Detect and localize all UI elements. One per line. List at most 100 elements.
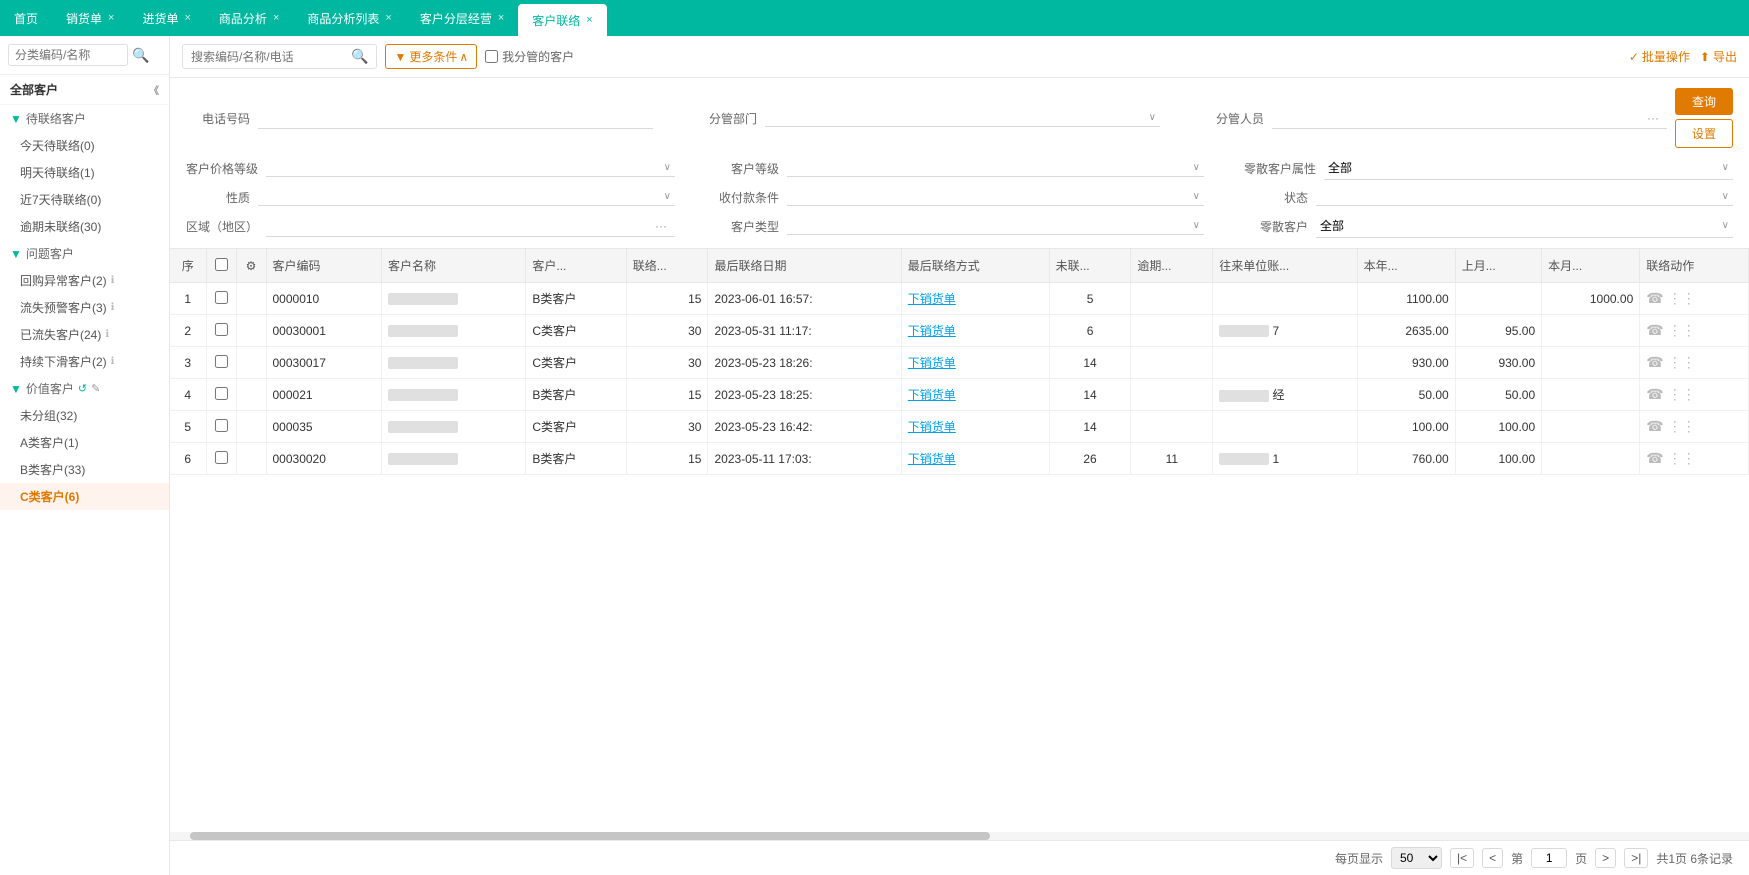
- settings-button[interactable]: 设置: [1675, 119, 1733, 148]
- sidebar-item-7days[interactable]: 近7天待联络(0): [0, 186, 169, 213]
- filter-select-cust-level[interactable]: ∨: [787, 159, 1204, 177]
- row-checkbox[interactable]: [215, 355, 228, 368]
- cell-action[interactable]: ☎ ⋮⋮: [1640, 443, 1749, 475]
- more-action-icon[interactable]: ⋮⋮: [1668, 322, 1696, 339]
- more-action-icon[interactable]: ⋮⋮: [1668, 290, 1696, 307]
- page-input[interactable]: [1531, 848, 1567, 868]
- nav-home[interactable]: 首页: [0, 0, 52, 36]
- export-button[interactable]: ⬆ 导出: [1700, 48, 1737, 65]
- nav-sales[interactable]: 销货单 ×: [52, 0, 128, 36]
- more-action-icon[interactable]: ⋮⋮: [1668, 418, 1696, 435]
- close-icon[interactable]: ×: [586, 14, 592, 26]
- more-icon[interactable]: ···: [1643, 111, 1663, 125]
- cell-check[interactable]: [206, 283, 236, 315]
- sidebar-group-problem[interactable]: ▼ 问题客户: [0, 240, 169, 267]
- row-checkbox[interactable]: [215, 451, 228, 464]
- cell-check[interactable]: [206, 379, 236, 411]
- sidebar-group-value[interactable]: ▼ 价值客户 ↺ ✎: [0, 375, 169, 402]
- sidebar-item-b-customers[interactable]: B类客户(33): [0, 456, 169, 483]
- cell-action[interactable]: ☎ ⋮⋮: [1640, 379, 1749, 411]
- nav-customer-contact[interactable]: 客户联络 ×: [518, 4, 606, 36]
- sidebar-all-customers[interactable]: 全部客户 《: [0, 75, 169, 105]
- more-conditions-button[interactable]: ▼ 更多条件 ∧: [385, 44, 477, 69]
- nav-customer-tier[interactable]: 客户分层经营 ×: [406, 0, 518, 36]
- first-page-button[interactable]: |<: [1450, 848, 1474, 868]
- cell-action[interactable]: ☎ ⋮⋮: [1640, 411, 1749, 443]
- filter-select-price-level[interactable]: ∨: [266, 159, 675, 177]
- sidebar-search-input[interactable]: [8, 44, 128, 66]
- cell-last-method[interactable]: 下销货单: [901, 283, 1049, 315]
- filter-select-payment[interactable]: ∨: [787, 188, 1204, 206]
- my-customers-checkbox[interactable]: 我分管的客户: [485, 48, 574, 65]
- search-input[interactable]: [191, 50, 351, 64]
- contact-icon[interactable]: ☎: [1646, 450, 1663, 467]
- sidebar-item-today[interactable]: 今天待联络(0): [0, 132, 169, 159]
- contact-icon[interactable]: ☎: [1646, 290, 1663, 307]
- row-checkbox[interactable]: [215, 291, 228, 304]
- row-checkbox[interactable]: [215, 419, 228, 432]
- cell-check[interactable]: [206, 315, 236, 347]
- prev-page-button[interactable]: <: [1482, 848, 1503, 868]
- refresh-icon[interactable]: ↺: [78, 382, 87, 395]
- filter-select-retail-attr[interactable]: 全部 ∨: [1324, 156, 1733, 180]
- th-settings[interactable]: ⚙: [236, 249, 266, 283]
- filter-select-cust-type[interactable]: ∨: [787, 217, 1204, 235]
- more-action-icon[interactable]: ⋮⋮: [1668, 354, 1696, 371]
- cell-last-method[interactable]: 下销货单: [901, 379, 1049, 411]
- filter-select-retail-cust[interactable]: 全部 ∨: [1316, 214, 1733, 238]
- my-customers-check[interactable]: [485, 50, 498, 63]
- nav-product-analysis[interactable]: 商品分析 ×: [205, 0, 293, 36]
- filter-select-dept[interactable]: ∨: [765, 109, 1160, 127]
- sidebar-item-ungrouped[interactable]: 未分组(32): [0, 402, 169, 429]
- cell-action[interactable]: ☎ ⋮⋮: [1640, 315, 1749, 347]
- row-checkbox[interactable]: [215, 323, 228, 336]
- filter-select-region[interactable]: ···: [266, 216, 675, 237]
- horizontal-scrollbar[interactable]: [170, 832, 1749, 840]
- cell-action[interactable]: ☎ ⋮⋮: [1640, 283, 1749, 315]
- cell-last-method[interactable]: 下销货单: [901, 347, 1049, 379]
- close-icon[interactable]: ×: [498, 12, 504, 24]
- sidebar-item-churned[interactable]: 已流失客户(24) ℹ: [0, 321, 169, 348]
- cell-last-method[interactable]: 下销货单: [901, 315, 1049, 347]
- more-action-icon[interactable]: ⋮⋮: [1668, 386, 1696, 403]
- filter-select-nature[interactable]: ∨: [258, 188, 675, 206]
- nav-purchase[interactable]: 进货单 ×: [128, 0, 204, 36]
- cell-action[interactable]: ☎ ⋮⋮: [1640, 347, 1749, 379]
- sidebar-item-churn-warning[interactable]: 流失预警客户(3) ℹ: [0, 294, 169, 321]
- filter-select-manager[interactable]: ···: [1272, 108, 1667, 129]
- row-checkbox[interactable]: [215, 387, 228, 400]
- sidebar-item-overdue[interactable]: 逾期未联络(30): [0, 213, 169, 240]
- last-page-button[interactable]: >|: [1624, 848, 1648, 868]
- more-icon[interactable]: ···: [651, 219, 671, 233]
- query-button[interactable]: 查询: [1675, 88, 1733, 115]
- page-size-select[interactable]: 50 100: [1391, 847, 1442, 869]
- search-icon[interactable]: 🔍: [351, 48, 368, 65]
- more-action-icon[interactable]: ⋮⋮: [1668, 450, 1696, 467]
- cell-check[interactable]: [206, 443, 236, 475]
- next-page-button[interactable]: >: [1595, 848, 1616, 868]
- close-icon[interactable]: ×: [108, 12, 114, 24]
- sidebar-item-a-customers[interactable]: A类客户(1): [0, 429, 169, 456]
- sidebar-item-repurchase-abnormal[interactable]: 回购异常客户(2) ℹ: [0, 267, 169, 294]
- select-all-checkbox[interactable]: [215, 258, 228, 271]
- close-icon[interactable]: ×: [184, 12, 190, 24]
- cell-check[interactable]: [206, 411, 236, 443]
- contact-icon[interactable]: ☎: [1646, 418, 1663, 435]
- contact-icon[interactable]: ☎: [1646, 354, 1663, 371]
- sidebar-item-tomorrow[interactable]: 明天待联络(1): [0, 159, 169, 186]
- cell-check[interactable]: [206, 347, 236, 379]
- sidebar-item-c-customers[interactable]: C类客户(6): [0, 483, 169, 510]
- filter-input-phone[interactable]: [258, 108, 653, 129]
- edit-icon[interactable]: ✎: [91, 382, 100, 395]
- close-icon[interactable]: ×: [273, 12, 279, 24]
- sidebar-item-declining[interactable]: 持续下滑客户(2) ℹ: [0, 348, 169, 375]
- nav-product-analysis-list[interactable]: 商品分析列表 ×: [293, 0, 405, 36]
- filter-select-status[interactable]: ∨: [1316, 188, 1733, 206]
- scrollbar-thumb[interactable]: [190, 832, 990, 840]
- cell-last-method[interactable]: 下销货单: [901, 443, 1049, 475]
- batch-operation-button[interactable]: ✓ 批量操作: [1629, 48, 1690, 65]
- cell-last-method[interactable]: 下销货单: [901, 411, 1049, 443]
- contact-icon[interactable]: ☎: [1646, 386, 1663, 403]
- contact-icon[interactable]: ☎: [1646, 322, 1663, 339]
- sidebar-group-pending[interactable]: ▼ 待联络客户: [0, 105, 169, 132]
